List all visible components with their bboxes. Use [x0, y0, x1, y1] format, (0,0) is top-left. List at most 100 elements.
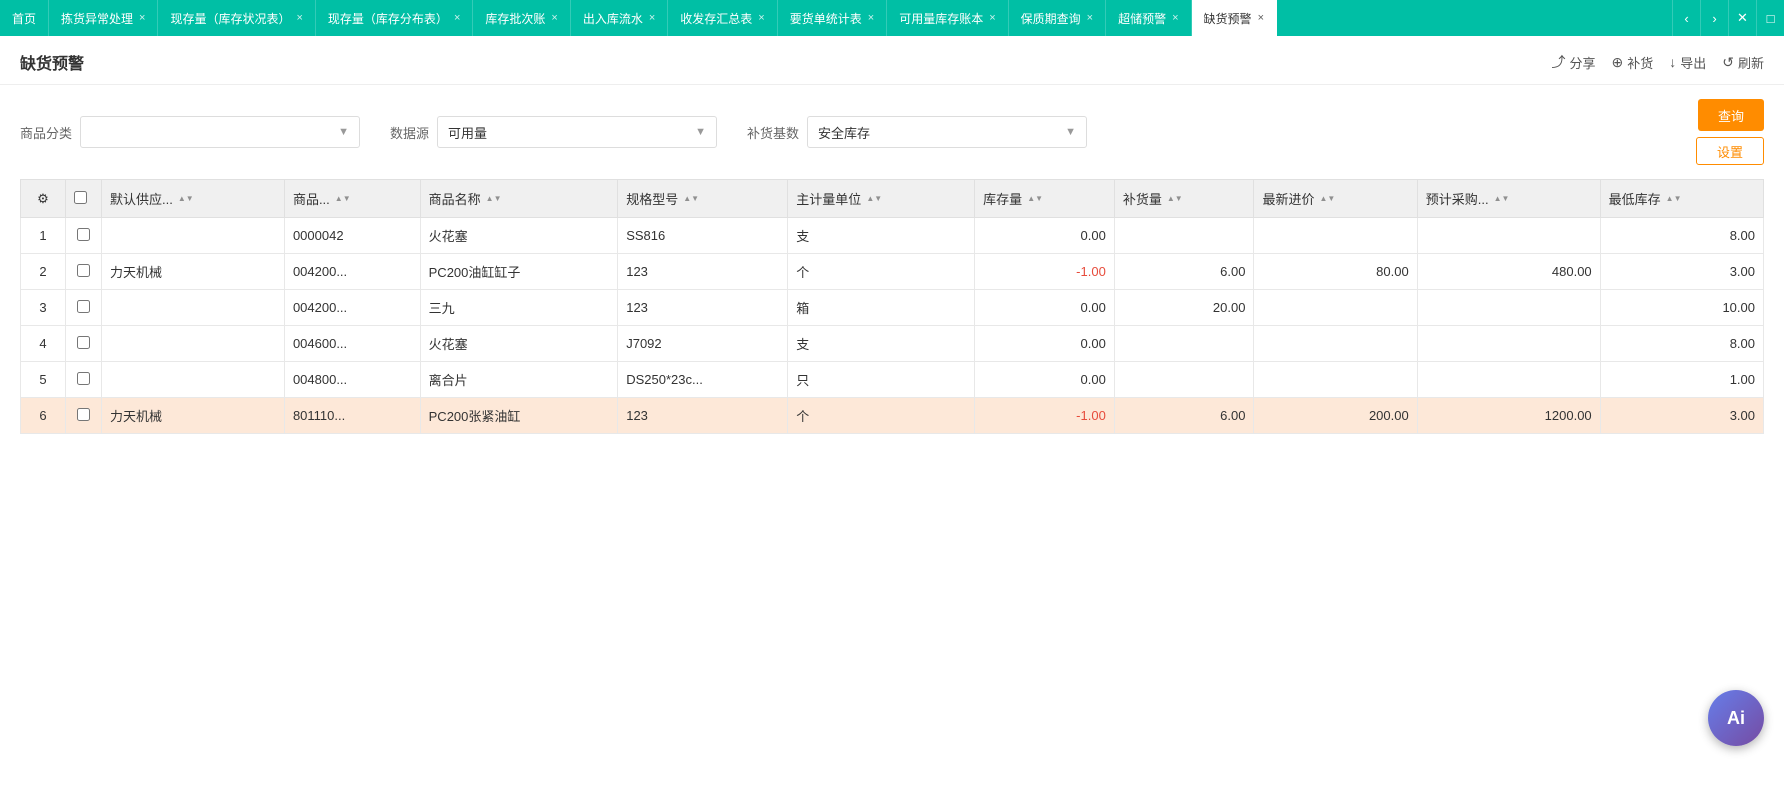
datasource-select-value: 可用量 — [448, 123, 487, 142]
tab-yao-huo[interactable]: 要货单统计表 × — [778, 0, 887, 36]
tab-pi-ci[interactable]: 库存批次账 × — [473, 0, 570, 36]
tab-que-huo[interactable]: 缺货预警 × — [1192, 0, 1277, 36]
replenish-sort-icon: ▲▼ — [1167, 194, 1183, 203]
bu-huo-button[interactable]: ⊕ 补货 — [1611, 53, 1653, 72]
row-supplier-cell: 力天机械 — [102, 398, 285, 434]
query-button[interactable]: 查询 — [1698, 99, 1764, 131]
share-button[interactable]: ⤴ 分享 — [1551, 52, 1595, 72]
export-button[interactable]: ↓ 导出 — [1669, 53, 1706, 72]
row-replenish-cell — [1114, 362, 1254, 398]
row-latest-price-cell: 200.00 — [1254, 398, 1417, 434]
row-spec: 123 — [626, 408, 648, 423]
close-tab-10[interactable]: × — [1172, 12, 1178, 24]
tab-xian-cun-dist[interactable]: 现存量（库存分布表） × — [316, 0, 473, 36]
close-tab-2[interactable]: × — [296, 12, 302, 24]
row-spec: SS816 — [626, 228, 665, 243]
gear-icon: ⚙ — [37, 191, 49, 207]
row-goods-code: 004600... — [293, 336, 347, 351]
close-tab-1[interactable]: × — [139, 12, 145, 24]
row-checkbox[interactable] — [77, 228, 90, 241]
column-gear[interactable]: ⚙ — [21, 180, 66, 218]
tab-next-btn[interactable]: › — [1700, 0, 1728, 36]
row-num-cell: 1 — [21, 218, 66, 254]
tab-bao-zhi[interactable]: 保质期查询 × — [1009, 0, 1106, 36]
table-row[interactable]: 5 004800... 离合片 DS250*23c... 只 0.00 — [21, 362, 1764, 398]
column-latest-price[interactable]: 最新进价 ▲▼ — [1254, 180, 1417, 218]
row-checkbox-cell[interactable] — [66, 290, 102, 326]
row-checkbox-cell[interactable] — [66, 362, 102, 398]
row-checkbox[interactable] — [77, 372, 90, 385]
export-label: 导出 — [1680, 53, 1706, 72]
column-spec[interactable]: 规格型号 ▲▼ — [618, 180, 788, 218]
tab-chao-chu[interactable]: 超储预警 × — [1106, 0, 1191, 36]
row-checkbox-cell[interactable] — [66, 254, 102, 290]
close-tab-5[interactable]: × — [649, 12, 655, 24]
column-supplier[interactable]: 默认供应... ▲▼ — [102, 180, 285, 218]
datasource-select[interactable]: 可用量 ▼ — [437, 116, 717, 148]
table-row[interactable]: 3 004200... 三九 123 箱 0.00 20.00 — [21, 290, 1764, 326]
window-maximize-btn[interactable]: □ — [1756, 0, 1784, 36]
tab-xian-cun-status[interactable]: 现存量（库存状况表） × — [158, 0, 315, 36]
row-supplier-cell: 力天机械 — [102, 254, 285, 290]
column-replenish[interactable]: 补货量 ▲▼ — [1114, 180, 1254, 218]
refresh-button[interactable]: ↺ 刷新 — [1722, 53, 1764, 72]
close-tab-6[interactable]: × — [758, 12, 764, 24]
row-num-cell: 5 — [21, 362, 66, 398]
row-stock: 0.00 — [1081, 228, 1106, 243]
page-header: 缺货预警 ⤴ 分享 ⊕ 补货 ↓ 导出 ↺ 刷新 — [0, 36, 1784, 85]
tab-home[interactable]: 首页 — [0, 0, 49, 36]
column-goods-name[interactable]: 商品名称 ▲▼ — [420, 180, 618, 218]
row-replenish: 20.00 — [1213, 300, 1246, 315]
row-checkbox-cell[interactable] — [66, 326, 102, 362]
table-header-row: ⚙ 默认供应... ▲▼ 商品... — [21, 180, 1764, 218]
tab-liu-shui[interactable]: 出入库流水 × — [571, 0, 668, 36]
row-est-purchase-cell — [1417, 218, 1600, 254]
unit-sort-icon: ▲▼ — [866, 194, 882, 203]
close-tab-7[interactable]: × — [868, 12, 874, 24]
close-tab-11[interactable]: × — [1258, 12, 1264, 24]
column-stock[interactable]: 库存量 ▲▼ — [975, 180, 1115, 218]
row-latest-price-cell — [1254, 362, 1417, 398]
category-select[interactable]: ▼ — [80, 116, 360, 148]
setting-button[interactable]: 设置 — [1696, 137, 1764, 165]
tab-ke-yong-zhang[interactable]: 可用量库存账本 × — [887, 0, 1008, 36]
table-row[interactable]: 4 004600... 火花塞 J7092 支 0.00 — [21, 326, 1764, 362]
column-min-stock[interactable]: 最低库存 ▲▼ — [1600, 180, 1763, 218]
row-goods-code-cell: 004800... — [284, 362, 420, 398]
row-checkbox[interactable] — [77, 300, 90, 313]
close-tab-3[interactable]: × — [454, 12, 460, 24]
row-goods-name-cell: PC200油缸缸子 — [420, 254, 618, 290]
ai-assistant-button[interactable]: Ai — [1708, 690, 1764, 746]
row-est-purchase: 480.00 — [1552, 264, 1592, 279]
table-row[interactable]: 2 力天机械 004200... PC200油缸缸子 123 个 -1.00 6… — [21, 254, 1764, 290]
row-latest-price-cell — [1254, 290, 1417, 326]
ai-label: Ai — [1727, 708, 1745, 729]
replenish-base-select[interactable]: 安全库存 ▼ — [807, 116, 1087, 148]
row-checkbox[interactable] — [77, 264, 90, 277]
tab-lian-huo[interactable]: 拣货异常处理 × — [49, 0, 158, 36]
row-checkbox[interactable] — [77, 408, 90, 421]
tab-shou-fa[interactable]: 收发存汇总表 × — [668, 0, 777, 36]
row-number: 1 — [39, 228, 46, 243]
share-label: 分享 — [1569, 53, 1595, 72]
row-checkbox[interactable] — [77, 336, 90, 349]
table-row[interactable]: 6 力天机械 801110... PC200张紧油缸 123 个 -1.00 6… — [21, 398, 1764, 434]
select-all-checkbox[interactable] — [74, 191, 87, 204]
window-close-btn[interactable]: ✕ — [1728, 0, 1756, 36]
close-tab-4[interactable]: × — [551, 12, 557, 24]
close-tab-8[interactable]: × — [989, 12, 995, 24]
column-checkbox[interactable] — [66, 180, 102, 218]
row-goods-code: 0000042 — [293, 228, 344, 243]
tab-prev-btn[interactable]: ‹ — [1672, 0, 1700, 36]
row-number: 6 — [39, 408, 46, 423]
row-checkbox-cell[interactable] — [66, 398, 102, 434]
replenish-base-value: 安全库存 — [818, 123, 870, 142]
table-row[interactable]: 1 0000042 火花塞 SS816 支 0.00 — [21, 218, 1764, 254]
column-est-purchase[interactable]: 预计采购... ▲▼ — [1417, 180, 1600, 218]
refresh-label: 刷新 — [1738, 53, 1764, 72]
row-est-purchase: 1200.00 — [1545, 408, 1592, 423]
row-checkbox-cell[interactable] — [66, 218, 102, 254]
close-tab-9[interactable]: × — [1087, 12, 1093, 24]
column-unit[interactable]: 主计量单位 ▲▼ — [788, 180, 975, 218]
column-goods-code[interactable]: 商品... ▲▼ — [284, 180, 420, 218]
